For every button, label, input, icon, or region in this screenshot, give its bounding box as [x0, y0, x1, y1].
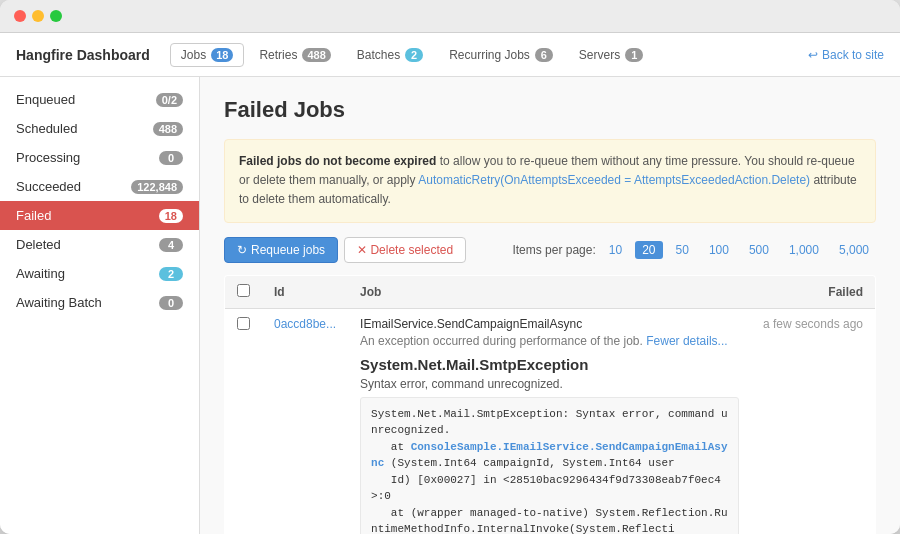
title-bar: [0, 0, 900, 33]
back-to-site-label: Back to site: [822, 48, 884, 62]
nav-tab-batches-badge: 2: [405, 48, 423, 62]
sidebar-item-awaiting-batch[interactable]: Awaiting Batch 0: [0, 288, 199, 317]
sidebar-item-awaiting-batch-label: Awaiting Batch: [16, 295, 159, 310]
select-all-checkbox[interactable]: [237, 284, 250, 297]
table-header-checkbox: [225, 275, 263, 308]
close-button[interactable]: [14, 10, 26, 22]
row1-id: 0accd8be...: [262, 308, 348, 534]
toolbar-left: ↻ Requeue jobs ✕ Delete selected: [224, 237, 466, 263]
sidebar-item-failed-label: Failed: [16, 208, 159, 223]
nav-tab-batches[interactable]: Batches 2: [346, 43, 434, 67]
alert-bold-text: Failed jobs do not become expired: [239, 154, 436, 168]
content-area: Enqueued 0/2 Scheduled 488 Processing 0 …: [0, 77, 900, 534]
sidebar-item-awaiting[interactable]: Awaiting 2: [0, 259, 199, 288]
requeue-icon: ↻: [237, 243, 247, 257]
nav-tab-recurring-label: Recurring Jobs: [449, 48, 530, 62]
row1-exception-title: System.Net.Mail.SmtpException: [360, 356, 739, 373]
nav-tab-batches-label: Batches: [357, 48, 400, 62]
nav-tab-servers-badge: 1: [625, 48, 643, 62]
nav-tab-recurring-badge: 6: [535, 48, 553, 62]
alert-link[interactable]: AutomaticRetry(OnAttemptsExceeded = Atte…: [418, 173, 810, 187]
sidebar-item-enqueued[interactable]: Enqueued 0/2: [0, 85, 199, 114]
row1-id-link[interactable]: 0accd8be...: [274, 317, 336, 331]
sidebar-item-deleted-label: Deleted: [16, 237, 159, 252]
sidebar-item-awaiting-label: Awaiting: [16, 266, 159, 281]
sidebar-item-failed-badge: 18: [159, 209, 183, 223]
sidebar-item-deleted-badge: 4: [159, 238, 183, 252]
sidebar-item-processing-label: Processing: [16, 150, 159, 165]
table-header-id: Id: [262, 275, 348, 308]
nav-tab-retries-label: Retries: [259, 48, 297, 62]
row1-time-ago: a few seconds ago: [763, 317, 863, 331]
sidebar-item-succeeded[interactable]: Succeeded 122,848: [0, 172, 199, 201]
sidebar-item-enqueued-label: Enqueued: [16, 92, 156, 107]
row1-stack-trace: System.Net.Mail.SmtpException: Syntax er…: [360, 397, 739, 534]
sidebar-item-deleted[interactable]: Deleted 4: [0, 230, 199, 259]
sidebar-item-processing[interactable]: Processing 0: [0, 143, 199, 172]
toolbar: ↻ Requeue jobs ✕ Delete selected Items p…: [224, 237, 876, 263]
table-header-row: Id Job Failed: [225, 275, 876, 308]
maximize-button[interactable]: [50, 10, 62, 22]
nav-tab-retries-badge: 488: [302, 48, 330, 62]
page-size-500[interactable]: 500: [742, 241, 776, 259]
table-header-failed: Failed: [751, 275, 876, 308]
items-per-page: Items per page: 10 20 50 100 500 1,000 5…: [512, 241, 876, 259]
row1-exception-desc: Syntax error, command unrecognized.: [360, 377, 739, 391]
requeue-label: Requeue jobs: [251, 243, 325, 257]
row1-checkbox[interactable]: [237, 317, 250, 330]
table-row: 0accd8be... IEmailService.SendCampaignEm…: [225, 308, 876, 534]
items-per-page-label: Items per page:: [512, 243, 595, 257]
row1-checkbox-cell: [225, 308, 263, 534]
page-title: Failed Jobs: [224, 97, 876, 123]
sidebar-item-failed[interactable]: Failed 18: [0, 201, 199, 230]
nav-tabs: Jobs 18 Retries 488 Batches 2 Recurring …: [170, 43, 808, 67]
sidebar-item-scheduled-badge: 488: [153, 122, 183, 136]
app-window: Hangfire Dashboard Jobs 18 Retries 488 B…: [0, 0, 900, 534]
nav-tab-jobs-label: Jobs: [181, 48, 206, 62]
row1-job: IEmailService.SendCampaignEmailAsync An …: [348, 308, 751, 534]
jobs-table: Id Job Failed 0accd8be...: [224, 275, 876, 534]
sidebar-item-succeeded-badge: 122,848: [131, 180, 183, 194]
sidebar-item-succeeded-label: Succeeded: [16, 179, 131, 194]
row1-job-desc: An exception occurred during performance…: [360, 334, 739, 348]
sidebar-item-awaiting-batch-badge: 0: [159, 296, 183, 310]
page-size-5000[interactable]: 5,000: [832, 241, 876, 259]
sidebar: Enqueued 0/2 Scheduled 488 Processing 0 …: [0, 77, 200, 534]
nav-tab-jobs[interactable]: Jobs 18: [170, 43, 245, 67]
main-content: Failed Jobs Failed jobs do not become ex…: [200, 77, 900, 534]
nav-tab-recurring[interactable]: Recurring Jobs 6: [438, 43, 564, 67]
nav-tab-servers-label: Servers: [579, 48, 620, 62]
page-size-10[interactable]: 10: [602, 241, 629, 259]
warning-alert: Failed jobs do not become expired to all…: [224, 139, 876, 223]
table-header-job: Job: [348, 275, 751, 308]
delete-selected-label: ✕ Delete selected: [357, 243, 453, 257]
row1-job-method: IEmailService.SendCampaignEmailAsync: [360, 317, 739, 331]
sidebar-item-awaiting-badge: 2: [159, 267, 183, 281]
page-size-20[interactable]: 20: [635, 241, 662, 259]
row1-details-link[interactable]: Fewer details...: [646, 334, 727, 348]
delete-selected-button[interactable]: ✕ Delete selected: [344, 237, 466, 263]
row1-time: a few seconds ago: [751, 308, 876, 534]
nav-bar: Hangfire Dashboard Jobs 18 Retries 488 B…: [0, 33, 900, 77]
nav-tab-jobs-badge: 18: [211, 48, 233, 62]
back-arrow-icon: ↩: [808, 48, 818, 62]
brand-label: Hangfire Dashboard: [16, 47, 150, 63]
sidebar-item-enqueued-badge: 0/2: [156, 93, 183, 107]
nav-tab-retries[interactable]: Retries 488: [248, 43, 341, 67]
requeue-button[interactable]: ↻ Requeue jobs: [224, 237, 338, 263]
page-size-100[interactable]: 100: [702, 241, 736, 259]
page-size-50[interactable]: 50: [669, 241, 696, 259]
page-size-1000[interactable]: 1,000: [782, 241, 826, 259]
sidebar-item-scheduled[interactable]: Scheduled 488: [0, 114, 199, 143]
sidebar-item-scheduled-label: Scheduled: [16, 121, 153, 136]
nav-tab-servers[interactable]: Servers 1: [568, 43, 654, 67]
minimize-button[interactable]: [32, 10, 44, 22]
sidebar-item-processing-badge: 0: [159, 151, 183, 165]
back-to-site-button[interactable]: ↩ Back to site: [808, 48, 884, 62]
traffic-lights: [14, 10, 62, 22]
